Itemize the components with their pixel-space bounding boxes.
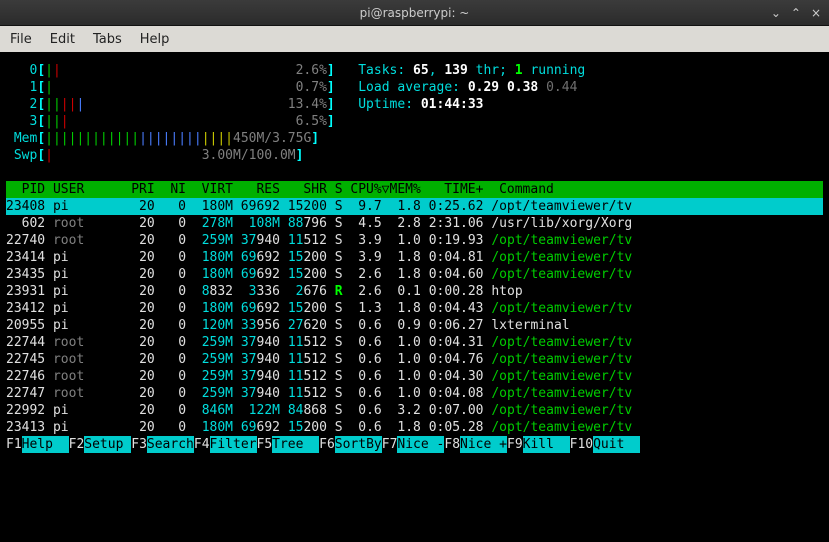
cpu-bar-0: 0[|| 2.6%] Tasks: 65, 139 thr; 1 running <box>6 62 823 79</box>
fn-key[interactable]: F7 <box>382 436 398 453</box>
process-row[interactable]: 23413 pi 20 0 180M 69692 15200 S 0.6 1.8… <box>6 419 823 436</box>
window-title: pi@raspberrypi: ~ <box>360 6 470 20</box>
fn-key[interactable]: F1 <box>6 436 22 453</box>
process-table: 23408 pi 20 0 180M 69692 15200 S 9.7 1.8… <box>6 198 823 436</box>
fn-key[interactable]: F9 <box>507 436 523 453</box>
process-row[interactable]: 23412 pi 20 0 180M 69692 15200 S 1.3 1.8… <box>6 300 823 317</box>
column-header[interactable]: PID USER PRI NI VIRT RES SHR S CPU%▽MEM%… <box>6 181 823 198</box>
menu-tabs[interactable]: Tabs <box>93 32 122 47</box>
process-row[interactable]: 22747 root 20 0 259M 37940 11512 S 0.6 1… <box>6 385 823 402</box>
maximize-icon[interactable]: ⌃ <box>791 6 801 20</box>
fn-label[interactable]: Kill <box>523 436 570 453</box>
process-row[interactable]: 22992 pi 20 0 846M 122M 84868 S 0.6 3.2 … <box>6 402 823 419</box>
function-bar: F1Help F2Setup F3SearchF4FilterF5Tree F6… <box>6 436 823 453</box>
fn-key[interactable]: F3 <box>131 436 147 453</box>
process-row[interactable]: 602 root 20 0 278M 108M 88796 S 4.5 2.8 … <box>6 215 823 232</box>
blank <box>6 164 823 181</box>
fn-label[interactable]: SortBy <box>335 436 382 453</box>
fn-label[interactable]: Help <box>22 436 69 453</box>
process-row[interactable]: 23435 pi 20 0 180M 69692 15200 S 2.6 1.8… <box>6 266 823 283</box>
fn-key[interactable]: F6 <box>319 436 335 453</box>
fn-label[interactable]: Nice - <box>397 436 444 453</box>
cpu-bar-1: 1[| 0.7%] Load average: 0.29 0.38 0.44 <box>6 79 823 96</box>
process-row[interactable]: 23414 pi 20 0 180M 69692 15200 S 3.9 1.8… <box>6 249 823 266</box>
close-icon[interactable]: × <box>811 6 821 20</box>
menu-help[interactable]: Help <box>140 32 170 47</box>
process-row[interactable]: 22744 root 20 0 259M 37940 11512 S 0.6 1… <box>6 334 823 351</box>
fn-key[interactable]: F4 <box>194 436 210 453</box>
fn-label[interactable]: Setup <box>84 436 131 453</box>
fn-key[interactable]: F8 <box>444 436 460 453</box>
fn-label[interactable]: Filter <box>210 436 257 453</box>
menu-edit[interactable]: Edit <box>50 32 75 47</box>
fn-label[interactable]: Search <box>147 436 194 453</box>
window-titlebar: pi@raspberrypi: ~ ⌄ ⌃ × <box>0 0 829 26</box>
swp-bar: Swp[| 3.00M/100.0M] <box>6 147 823 164</box>
fn-key[interactable]: F10 <box>570 436 593 453</box>
menu-file[interactable]: File <box>10 32 32 47</box>
cpu-bar-2: 2[||||| 13.4%] Uptime: 01:44:33 <box>6 96 823 113</box>
minimize-icon[interactable]: ⌄ <box>771 6 781 20</box>
fn-key[interactable]: F5 <box>257 436 273 453</box>
process-row[interactable]: 20955 pi 20 0 120M 33956 27620 S 0.6 0.9… <box>6 317 823 334</box>
fn-label[interactable]: Nice + <box>460 436 507 453</box>
process-row[interactable]: 23931 pi 20 0 8832 3336 2676 R 2.6 0.1 0… <box>6 283 823 300</box>
process-row[interactable]: 22746 root 20 0 259M 37940 11512 S 0.6 1… <box>6 368 823 385</box>
fn-label[interactable]: Tree <box>272 436 319 453</box>
fn-label[interactable]: Quit <box>593 436 640 453</box>
fn-key[interactable]: F2 <box>69 436 85 453</box>
terminal[interactable]: 0[|| 2.6%] Tasks: 65, 139 thr; 1 running… <box>0 52 829 453</box>
cpu-bar-3: 3[||| 6.5%] <box>6 113 823 130</box>
process-row[interactable]: 22740 root 20 0 259M 37940 11512 S 3.9 1… <box>6 232 823 249</box>
menubar: File Edit Tabs Help <box>0 26 829 52</box>
mem-bar: Mem[||||||||||||||||||||||||450M/3.75G] <box>6 130 823 147</box>
process-row[interactable]: 22745 root 20 0 259M 37940 11512 S 0.6 1… <box>6 351 823 368</box>
process-row[interactable]: 23408 pi 20 0 180M 69692 15200 S 9.7 1.8… <box>6 198 823 215</box>
